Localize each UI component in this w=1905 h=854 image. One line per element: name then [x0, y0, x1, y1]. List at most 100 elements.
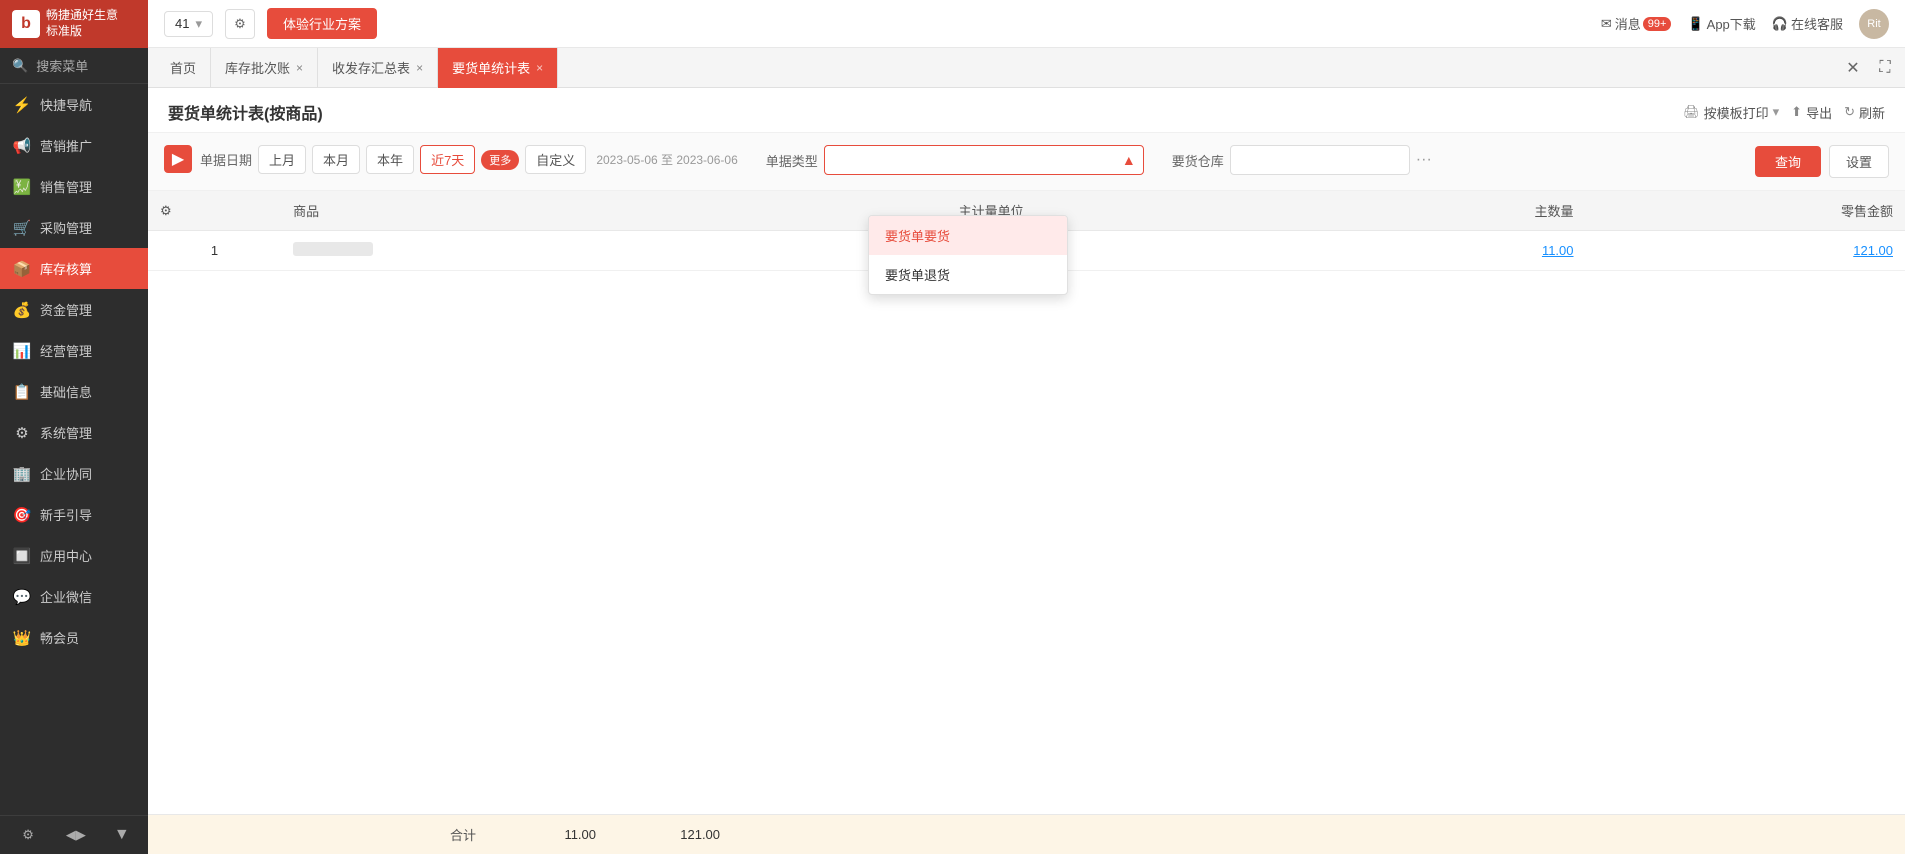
amount-link[interactable]: 121.00	[1853, 243, 1893, 258]
cell-index: 1	[148, 231, 281, 271]
topbar: 41 ▾ ⚙ 体验行业方案 ✉ 消息 99+ 📱 App下载 🎧 在线客服 Ri…	[148, 0, 1905, 48]
sidebar-item-system[interactable]: ⚙ 系统管理	[0, 412, 148, 453]
footer-label: 合计	[450, 825, 476, 844]
topbar-left: 41 ▾ ⚙ 体验行业方案	[164, 8, 1601, 39]
page-header: 要货单统计表(按商品) 🖨 按模板打印 ▾ ⬆ 导出 ↻ 刷新	[148, 88, 1905, 133]
type-chevron-icon[interactable]: ▲	[1122, 152, 1136, 168]
wechat-icon: 💬	[12, 588, 32, 606]
print-icon: 🖨	[1683, 104, 1700, 120]
type-input[interactable]	[824, 145, 1144, 175]
tab-home[interactable]: 首页	[156, 48, 211, 88]
marketing-icon: 📢	[12, 137, 32, 155]
sidebar-item-enterprise[interactable]: 🏢 企业协同	[0, 453, 148, 494]
custom-btn[interactable]: 自定义	[525, 145, 586, 174]
appcenter-icon: 🔲	[12, 547, 32, 565]
col-qty: 主数量	[1266, 191, 1585, 231]
export-icon: ⬆	[1791, 104, 1802, 120]
basic-icon: 📋	[12, 383, 32, 401]
more-btn[interactable]: 更多	[481, 150, 519, 170]
system-icon: ⚙	[12, 424, 32, 442]
app-download-btn[interactable]: 📱 App下载	[1687, 14, 1755, 33]
refresh-btn[interactable]: ↻ 刷新	[1844, 103, 1885, 122]
sidebar-search[interactable]: 🔍 搜索菜单	[0, 48, 148, 84]
inventory-icon: 📦	[12, 260, 32, 278]
cur-month-btn[interactable]: 本月	[312, 145, 360, 174]
logo-text: 畅捷通好生意 标准版	[46, 8, 118, 39]
sidebar-item-guide[interactable]: 🎯 新手引导	[0, 494, 148, 535]
guide-icon: 🎯	[12, 506, 32, 524]
user-avatar[interactable]: Rit	[1859, 9, 1889, 39]
tab-close-all-btn[interactable]: ✕	[1841, 56, 1865, 80]
sidebar-item-sales[interactable]: 💹 销售管理	[0, 166, 148, 207]
filter-date-group: 单据日期 上月 本月 本年 近7天 更多 自定义 2023-05-06 至 20…	[200, 145, 738, 174]
col-amount: 零售金额	[1586, 191, 1905, 231]
logo-icon: b	[12, 10, 40, 38]
filter-actions: 查询 设置	[1755, 145, 1889, 178]
sidebar-settings-btn[interactable]: ⚙	[14, 823, 42, 847]
store-select-chevron: ▾	[195, 16, 202, 32]
query-btn[interactable]: 查询	[1755, 146, 1821, 177]
tab-expand-btn[interactable]: ⛶	[1873, 56, 1897, 80]
sidebar-item-purchase[interactable]: 🛒 采购管理	[0, 207, 148, 248]
sales-icon: 💹	[12, 178, 32, 196]
cur-year-btn[interactable]: 本年	[366, 145, 414, 174]
topbar-settings-btn[interactable]: ⚙	[225, 9, 255, 39]
sidebar-item-operations[interactable]: 📊 经营管理	[0, 330, 148, 371]
dropdown-item-order-return[interactable]: 要货单退货	[869, 255, 1067, 294]
filter-settings-btn[interactable]: 设置	[1829, 145, 1889, 178]
tab-inventory-batch[interactable]: 库存批次账 ×	[211, 48, 318, 88]
main-area: 41 ▾ ⚙ 体验行业方案 ✉ 消息 99+ 📱 App下载 🎧 在线客服 Ri…	[148, 0, 1905, 854]
sidebar-item-quick-nav[interactable]: ⚡ 快捷导航	[0, 84, 148, 125]
filter-expand-btn[interactable]: ▶	[164, 145, 192, 173]
filter-bar: ▶ 单据日期 上月 本月 本年 近7天 更多 自定义 2023-05-06 至 …	[148, 133, 1905, 191]
print-btn[interactable]: 🖨 按模板打印 ▾	[1683, 103, 1779, 122]
tabbar: 首页 库存批次账 × 收发存汇总表 × 要货单统计表 × ✕ ⛶	[148, 48, 1905, 88]
quick-nav-icon: ⚡	[12, 96, 32, 114]
refresh-icon: ↻	[1844, 104, 1855, 120]
sidebar-item-member[interactable]: 👑 畅会员	[0, 617, 148, 658]
footer-qty: 11.00	[496, 827, 596, 842]
tab-receive-summary[interactable]: 收发存汇总表 ×	[318, 48, 438, 88]
col-settings[interactable]: ⚙	[148, 191, 281, 231]
sidebar-item-finance[interactable]: 💰 资金管理	[0, 289, 148, 330]
search-icon: 🔍	[12, 58, 28, 74]
online-service-btn[interactable]: 🎧 在线客服	[1772, 14, 1843, 33]
dropdown-item-order-goods[interactable]: 要货单要货	[869, 216, 1067, 255]
export-btn[interactable]: ⬆ 导出	[1791, 103, 1832, 122]
tab-inventory-batch-close[interactable]: ×	[296, 61, 303, 75]
page-title: 要货单统计表(按商品)	[168, 100, 323, 124]
trial-btn[interactable]: 体验行业方案	[267, 8, 377, 39]
tab-order-summary[interactable]: 要货单统计表 ×	[438, 48, 558, 88]
store-select[interactable]: 41 ▾	[164, 11, 213, 37]
filter-warehouse-group: 要货仓库 ···	[1172, 145, 1432, 175]
sidebar-scroll-down[interactable]: ▼	[110, 822, 134, 848]
sidebar-collapse-btn[interactable]: ◀▶	[58, 823, 94, 847]
message-icon: ✉	[1601, 16, 1612, 32]
sidebar: b 畅捷通好生意 标准版 🔍 搜索菜单 ⚡ 快捷导航 📢 营销推广 💹 销售管理…	[0, 0, 148, 854]
message-btn[interactable]: ✉ 消息 99+	[1601, 14, 1672, 33]
filter-type-group: 单据类型 ▲	[766, 145, 1144, 175]
sidebar-item-appcenter[interactable]: 🔲 应用中心	[0, 535, 148, 576]
cell-qty: 11.00	[1266, 231, 1585, 271]
col-product: 商品	[281, 191, 947, 231]
sidebar-item-basic[interactable]: 📋 基础信息	[0, 371, 148, 412]
warehouse-input[interactable]	[1230, 145, 1410, 175]
date-label: 单据日期	[200, 150, 252, 169]
settings-icon: ⚙	[234, 16, 246, 32]
enterprise-icon: 🏢	[12, 465, 32, 483]
tab-order-summary-close[interactable]: ×	[536, 61, 543, 75]
sidebar-item-inventory[interactable]: 📦 库存核算	[0, 248, 148, 289]
cell-product	[281, 231, 947, 271]
purchase-icon: 🛒	[12, 219, 32, 237]
warehouse-more-icon[interactable]: ···	[1416, 151, 1432, 169]
warehouse-label: 要货仓库	[1172, 151, 1224, 170]
member-icon: 👑	[12, 629, 32, 647]
qty-link[interactable]: 11.00	[1542, 243, 1574, 258]
tab-receive-summary-close[interactable]: ×	[416, 61, 423, 75]
last-7days-btn[interactable]: 近7天	[420, 145, 475, 174]
sidebar-item-wechat[interactable]: 💬 企业微信	[0, 576, 148, 617]
sidebar-item-marketing[interactable]: 📢 营销推广	[0, 125, 148, 166]
prev-month-btn[interactable]: 上月	[258, 145, 306, 174]
service-icon: 🎧	[1772, 16, 1788, 32]
page-header-actions: 🖨 按模板打印 ▾ ⬆ 导出 ↻ 刷新	[1683, 103, 1885, 122]
